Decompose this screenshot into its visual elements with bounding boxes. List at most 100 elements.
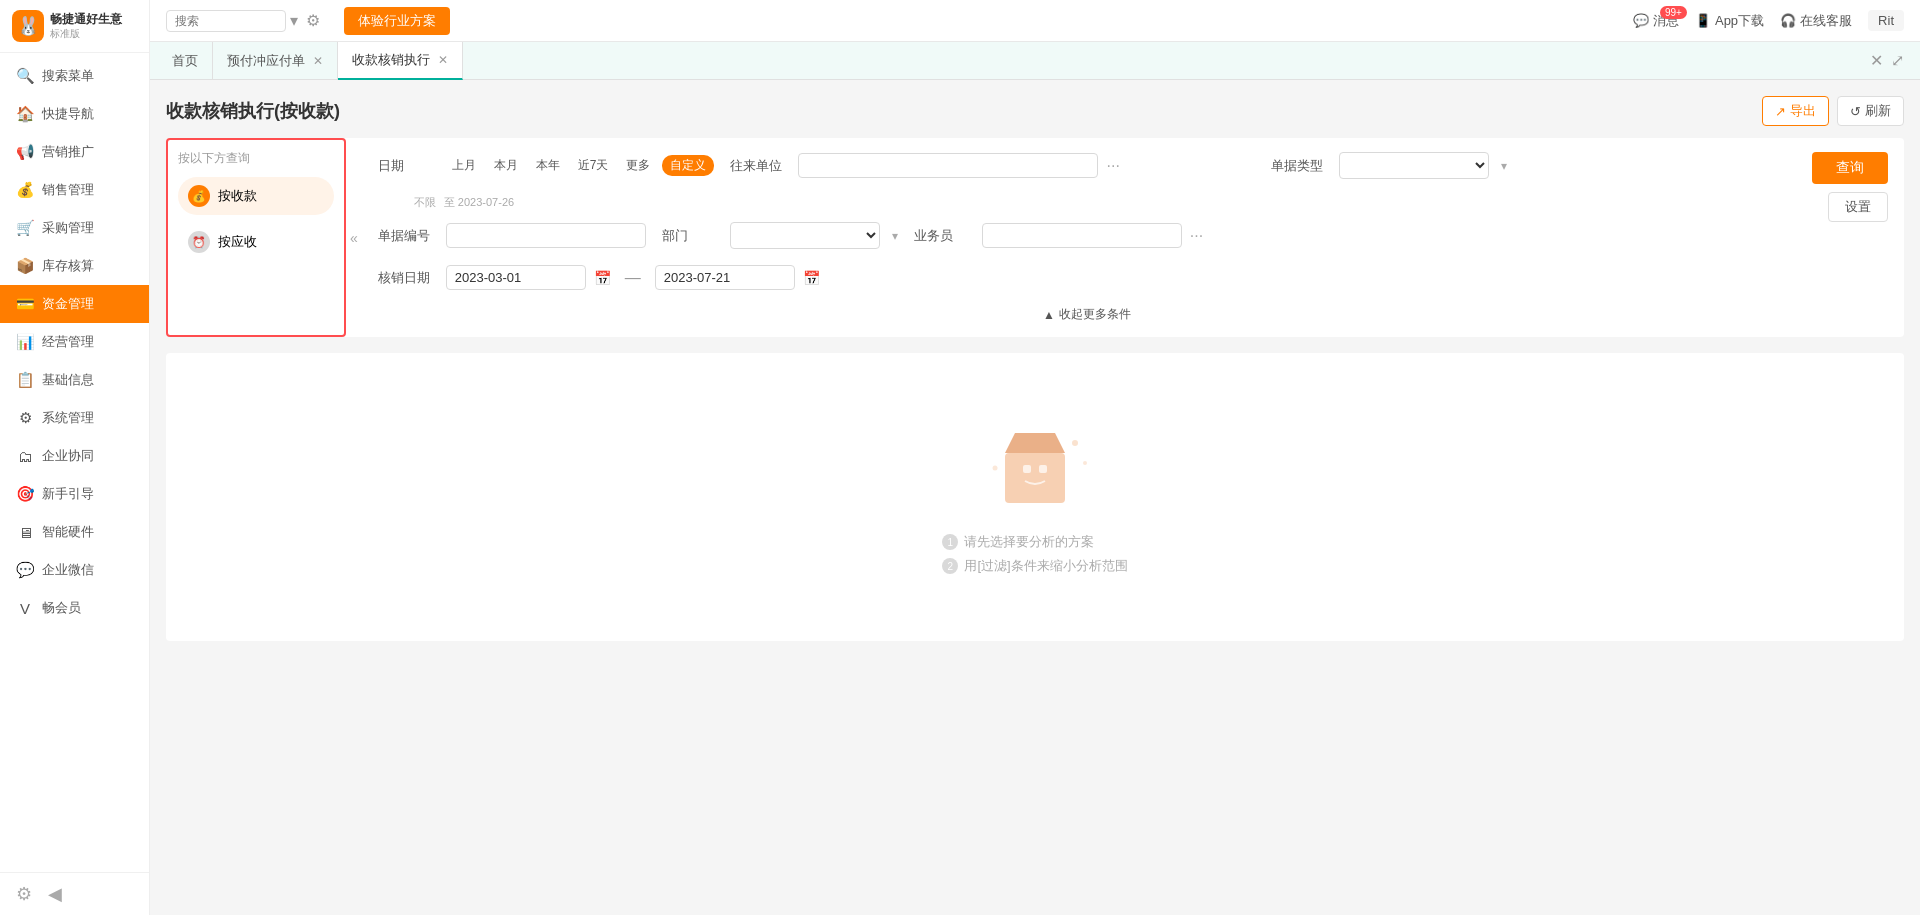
department-select[interactable] (730, 222, 880, 249)
sidebar-item-search[interactable]: 🔍搜索菜单 (0, 57, 149, 95)
salesperson-more-icon[interactable]: ··· (1190, 227, 1203, 245)
date-7days[interactable]: 近7天 (572, 155, 615, 176)
collapse-more-btn[interactable]: ▲ 收起更多条件 (1043, 306, 1131, 323)
sidebar-item-guide[interactable]: 🎯新手引导 (0, 475, 149, 513)
verify-date-start-input[interactable] (446, 265, 586, 290)
sidebar-item-base-info[interactable]: 📋基础信息 (0, 361, 149, 399)
topbar-gear-icon[interactable]: ⚙ (306, 11, 320, 30)
content-area: 收款核销执行(按收款) ↗ 导出 ↺ 刷新 按以下方查询 💰 按收款 (150, 80, 1920, 915)
filter-right: 日期 上月 本月 本年 近7天 更多 自定义 (362, 138, 1904, 337)
sidebar-item-enterprise[interactable]: 🗂企业协同 (0, 437, 149, 475)
app-download-btn[interactable]: 📱 App下载 (1695, 12, 1764, 30)
enterprise-icon: 🗂 (16, 448, 34, 465)
logo-icon: 🐰 (12, 10, 44, 42)
settings-icon[interactable]: ⚙ (16, 883, 32, 905)
sidebar-item-quick-nav[interactable]: 🏠快捷导航 (0, 95, 149, 133)
tab-actions: ✕ ⤢ (1862, 51, 1912, 70)
sidebar-item-sales[interactable]: 💰 销售管理 (0, 171, 149, 209)
date-no-limit: 不限 (414, 195, 436, 210)
dept-dropdown-icon: ▾ (892, 229, 898, 243)
filter-option-receivable[interactable]: ⏰ 按应收 (178, 223, 334, 261)
tab-collect-verify[interactable]: 收款核销执行 ✕ (338, 42, 463, 80)
sidebar-item-marketing[interactable]: 📢营销推广 (0, 133, 149, 171)
date-custom[interactable]: 自定义 (662, 155, 714, 176)
sidebar-label-base-info: 基础信息 (42, 371, 94, 389)
page-header: 收款核销执行(按收款) ↗ 导出 ↺ 刷新 (166, 96, 1904, 126)
inventory-icon: 📦 (16, 257, 34, 275)
verify-start-calendar-icon[interactable]: 📅 (594, 270, 611, 286)
message-btn[interactable]: 💬 消息 99+ (1633, 12, 1679, 30)
sales-icon: 💰 (16, 181, 34, 199)
logo-text: 畅捷通好生意 标准版 (50, 12, 122, 41)
receipt-icon: 💰 (188, 185, 210, 207)
filter-left: 按以下方查询 💰 按收款 ⏰ 按应收 (166, 138, 346, 337)
doctype-dropdown-icon: ▾ (1501, 159, 1507, 173)
date-this-month[interactable]: 本月 (488, 155, 524, 176)
sidebar-nav: 🔍搜索菜单🏠快捷导航📢营销推广 💰 销售管理 🛒采购管理📦库存核算💳资金管理📊经营管理… (0, 53, 149, 872)
date-this-year[interactable]: 本年 (530, 155, 566, 176)
sidebar-item-finance[interactable]: 💳资金管理 (0, 285, 149, 323)
sidebar-item-operations[interactable]: 📊经营管理 (0, 323, 149, 361)
sidebar-bottom: ⚙ ◀ (0, 872, 149, 915)
empty-illustration (975, 413, 1095, 513)
date-last-month[interactable]: 上月 (446, 155, 482, 176)
svg-point-6 (993, 466, 998, 471)
tab-collect-close-icon[interactable]: ✕ (438, 53, 448, 67)
tab-expand-btn[interactable]: ⤢ (1891, 51, 1904, 70)
tabbar: 首页 预付冲应付单 ✕ 收款核销执行 ✕ ✕ ⤢ (150, 42, 1920, 80)
query-btn[interactable]: 查询 (1812, 152, 1888, 184)
sidebar-item-smart-hw[interactable]: 🖥智能硬件 (0, 513, 149, 551)
sidebar-item-system[interactable]: ⚙系统管理 (0, 399, 149, 437)
refresh-btn[interactable]: ↺ 刷新 (1837, 96, 1904, 126)
filter-left-title: 按以下方查询 (178, 150, 334, 167)
export-btn[interactable]: ↗ 导出 (1762, 96, 1829, 126)
topbar-left: ▾ ⚙ 体验行业方案 (166, 7, 1633, 35)
username-display[interactable]: Rit (1868, 10, 1904, 31)
filter-right-top: 日期 上月 本月 本年 近7天 更多 自定义 (378, 152, 1888, 323)
message-badge: 99+ (1660, 6, 1687, 19)
date-more[interactable]: 更多 (620, 155, 656, 176)
refresh-label: 刷新 (1865, 102, 1891, 120)
tab-collect-label: 收款核销执行 (352, 51, 430, 69)
counterparty-more-icon[interactable]: ··· (1106, 157, 1119, 175)
verify-end-calendar-icon[interactable]: 📅 (803, 270, 820, 286)
operations-icon: 📊 (16, 333, 34, 351)
salesperson-input[interactable] (982, 223, 1182, 248)
sidebar-label-finance: 资金管理 (42, 295, 94, 313)
department-field: 部门 ▾ (662, 222, 898, 249)
tab-close-btn[interactable]: ✕ (1870, 51, 1883, 70)
message-icon: 💬 (1633, 13, 1649, 28)
tab-home[interactable]: 首页 (158, 42, 213, 80)
doctype-field: 单据类型 ▾ (1271, 152, 1796, 179)
sidebar-label-sales: 销售管理 (42, 181, 94, 199)
department-label: 部门 (662, 227, 722, 245)
topbar-arrow-icon[interactable]: ▾ (290, 11, 298, 30)
counterparty-input[interactable] (798, 153, 1098, 178)
verify-date-separator: — (625, 269, 641, 287)
date-label: 日期 (378, 157, 438, 175)
tab-prepay-flush[interactable]: 预付冲应付单 ✕ (213, 42, 338, 80)
sidebar-label-search: 搜索菜单 (42, 67, 94, 85)
service-btn[interactable]: 🎧 在线客服 (1780, 12, 1852, 30)
sidebar-item-member[interactable]: V畅会员 (0, 589, 149, 627)
tab-prepay-close-icon[interactable]: ✕ (313, 54, 323, 68)
salesperson-field: 业务员 ··· (914, 223, 1203, 248)
setting-btn[interactable]: 设置 (1828, 192, 1888, 222)
docno-input[interactable] (446, 223, 646, 248)
doctype-select[interactable] (1339, 152, 1489, 179)
filter-option-receipt[interactable]: 💰 按收款 (178, 177, 334, 215)
svg-point-5 (1083, 461, 1087, 465)
sidebar-label-purchase: 采购管理 (42, 219, 94, 237)
sidebar-item-inventory[interactable]: 📦库存核算 (0, 247, 149, 285)
filter-fields: 日期 上月 本月 本年 近7天 更多 自定义 (378, 152, 1796, 323)
verify-date-end-input[interactable] (655, 265, 795, 290)
svg-point-4 (1072, 440, 1078, 446)
sidebar-item-purchase[interactable]: 🛒采购管理 (0, 209, 149, 247)
industry-btn[interactable]: 体验行业方案 (344, 7, 450, 35)
sidebar-label-wechat: 企业微信 (42, 561, 94, 579)
topbar-search-input[interactable] (166, 10, 286, 32)
tab-prepay-label: 预付冲应付单 (227, 52, 305, 70)
filter-collapse-icon[interactable]: « (350, 230, 358, 246)
sidebar-item-wechat[interactable]: 💬企业微信 (0, 551, 149, 589)
collapse-icon[interactable]: ◀ (48, 883, 62, 905)
